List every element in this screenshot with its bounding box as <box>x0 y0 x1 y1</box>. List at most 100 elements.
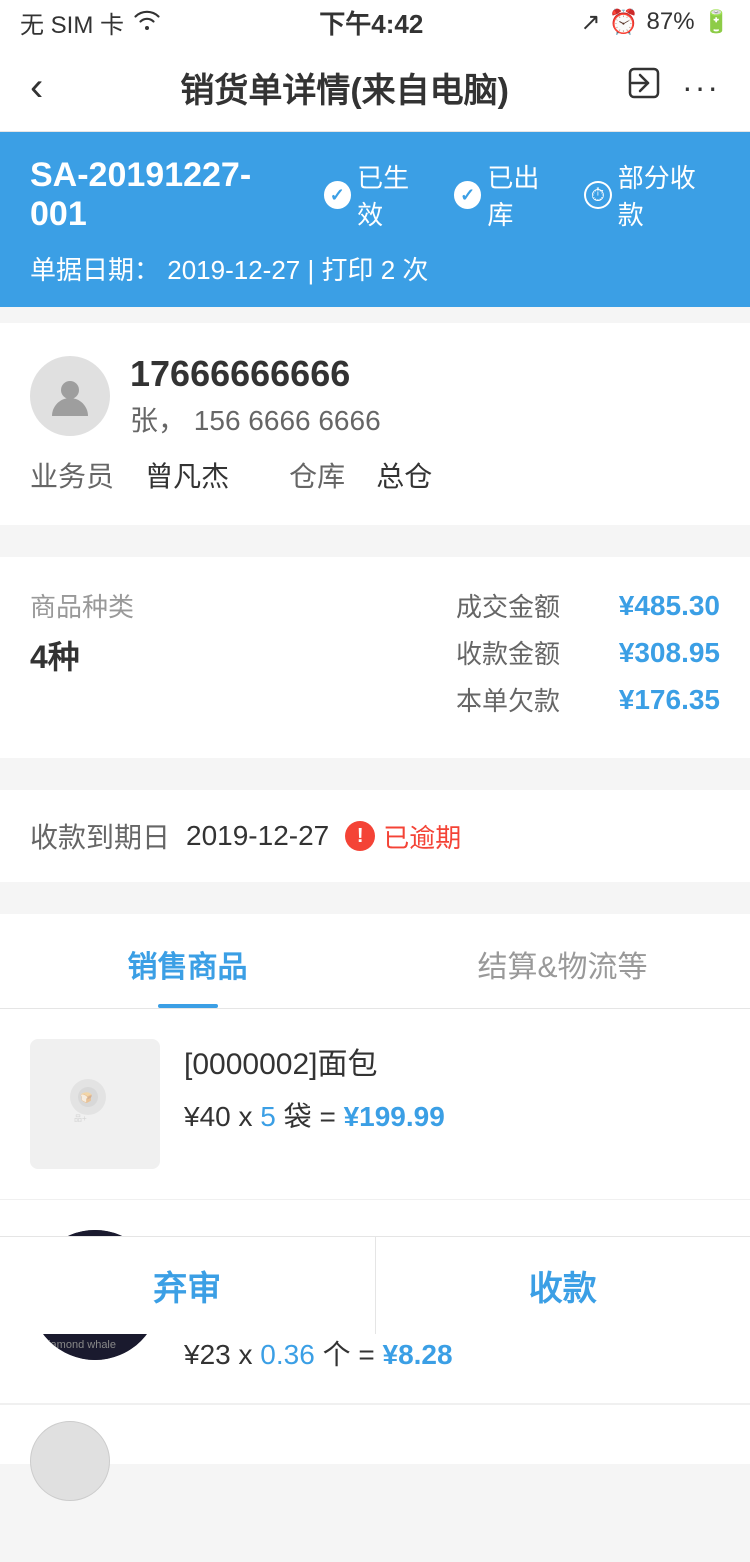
due-date-label: 收款到期日 <box>30 816 170 856</box>
summary-right: 成交金额 ¥485.30 收款金额 ¥308.95 本单欠款 ¥176.35 <box>456 587 720 728</box>
status-right: ↗ ⏰ 87% 🔋 <box>581 8 730 37</box>
unit-1: 袋 <box>284 1101 312 1132</box>
product-item-1: 🍞 品+ [0000002]面包 ¥40 x 5 袋 = ¥199.99 <box>0 1009 750 1200</box>
product-img-1: 🍞 品+ <box>30 1039 160 1169</box>
unit-2: 个 <box>323 1339 351 1370</box>
owed-row: 本单欠款 ¥176.35 <box>456 681 720 718</box>
banner-top-row: SA-20191227-001 ✓ 已生效 ✓ 已出库 ⏱ 部分收款 <box>30 156 720 234</box>
customer-name-phone: 张， 156 6666 6666 <box>130 399 381 439</box>
clock-icon: ⏱ <box>584 181 612 209</box>
qty-2: 0.36 <box>260 1339 315 1370</box>
tabs: 销售商品 结算&物流等 <box>0 914 750 1009</box>
tab-products[interactable]: 销售商品 <box>0 914 375 1008</box>
salesperson-item: 业务员 曾凡杰 <box>30 455 229 495</box>
multiply-1: x <box>239 1101 261 1132</box>
wifi-icon <box>132 8 162 37</box>
summary-section: 商品种类 4种 成交金额 ¥485.30 收款金额 ¥308.95 本单欠款 ¥… <box>0 557 750 758</box>
customer-id: 17666666666 <box>130 353 381 395</box>
page-title: 销货单详情(来自电脑) <box>63 63 626 112</box>
received-label: 收款金额 <box>456 634 560 671</box>
product-id-1: [0000002]面包 <box>184 1048 377 1081</box>
more-items-hint <box>0 1404 750 1464</box>
cancel-label: 弃审 <box>153 1261 221 1310</box>
product-name-1: [0000002]面包 <box>184 1039 720 1083</box>
divider-3 <box>0 774 750 790</box>
due-section: 收款到期日 2019-12-27 ! 已逾期 <box>0 790 750 882</box>
tab-settlement[interactable]: 结算&物流等 <box>375 914 750 1008</box>
badge-shipped: ✓ 已出库 <box>454 158 564 232</box>
deal-row: 成交金额 ¥485.30 <box>456 587 720 624</box>
qty-1: 5 <box>260 1101 276 1132</box>
deal-value: ¥485.30 <box>580 590 720 622</box>
divider-2 <box>0 541 750 557</box>
status-left: 无 SIM 卡 <box>20 5 162 40</box>
owed-value: ¥176.35 <box>580 684 720 716</box>
nav-bar: ‹ 销货单详情(来自电脑) ··· <box>0 44 750 132</box>
bottom-spacer <box>0 1464 750 1562</box>
svg-text:品+: 品+ <box>74 1114 87 1123</box>
owed-label: 本单欠款 <box>456 681 560 718</box>
badge-partial-label: 部分收款 <box>618 158 720 232</box>
avatar <box>30 356 110 436</box>
bottom-bar: 弃审 收款 <box>0 1236 750 1334</box>
due-date-value: 2019-12-27 <box>186 820 329 852</box>
received-row: 收款金额 ¥308.95 <box>456 634 720 671</box>
check-icon-2: ✓ <box>454 181 482 209</box>
product-price-1: ¥40 x 5 袋 = ¥199.99 <box>184 1095 720 1135</box>
customer-phone-num: 156 6666 6666 <box>194 405 381 436</box>
status-bar: 无 SIM 卡 下午4:42 ↗ ⏰ 87% 🔋 <box>0 0 750 44</box>
divider-1 <box>0 307 750 323</box>
product-price-2: ¥23 x 0.36 个 = ¥8.28 <box>184 1333 720 1373</box>
confirm-label: 收款 <box>529 1261 597 1310</box>
total-2: ¥8.28 <box>383 1339 453 1370</box>
nav-right-icons: ··· <box>626 65 720 110</box>
badge-shipped-label: 已出库 <box>487 158 564 232</box>
salesperson-label: 业务员 <box>30 461 114 492</box>
price-unit-2: ¥23 <box>184 1339 231 1370</box>
svg-text:🍞: 🍞 <box>80 1091 92 1104</box>
print-info: 打印 2 次 <box>321 255 428 285</box>
price-unit-1: ¥40 <box>184 1101 231 1132</box>
overdue-label: 已逾期 <box>383 818 461 855</box>
total-1: ¥199.99 <box>344 1101 445 1132</box>
badge-effective: ✓ 已生效 <box>324 158 434 232</box>
badge-effective-label: 已生效 <box>357 158 434 232</box>
customer-row: 17666666666 张， 156 6666 6666 <box>30 353 720 439</box>
customer-name: 张， <box>130 405 186 436</box>
separator: | <box>307 255 321 285</box>
warehouse-value: 总仓 <box>376 461 432 492</box>
date-label: 单据日期： <box>30 255 160 285</box>
warehouse-item: 仓库 总仓 <box>289 455 432 495</box>
cancel-button[interactable]: 弃审 <box>0 1237 376 1334</box>
summary-left: 商品种类 4种 <box>30 587 134 678</box>
alarm-icon: ⏰ <box>609 8 639 37</box>
customer-info: 17666666666 张， 156 6666 6666 <box>130 353 381 439</box>
banner-sub-info: 单据日期： 2019-12-27 | 打印 2 次 <box>30 250 720 287</box>
check-icon-1: ✓ <box>324 181 352 209</box>
equals-1: = <box>319 1101 343 1132</box>
status-time: 下午4:42 <box>319 4 423 41</box>
warehouse-label: 仓库 <box>289 461 345 492</box>
order-id: SA-20191227-001 <box>30 156 304 234</box>
confirm-button[interactable]: 收款 <box>376 1237 750 1334</box>
battery-icon: 🔋 <box>703 9 730 35</box>
types-label: 商品种类 <box>30 587 134 624</box>
no-sim-label: 无 SIM 卡 <box>20 5 124 40</box>
location-icon: ↗ <box>581 8 601 37</box>
deal-label: 成交金额 <box>456 587 560 624</box>
customer-meta: 业务员 曾凡杰 仓库 总仓 <box>30 455 720 495</box>
back-button[interactable]: ‹ <box>30 65 63 110</box>
overdue-badge: ! 已逾期 <box>345 818 461 855</box>
battery-label: 87% <box>647 8 695 36</box>
badge-partial: ⏱ 部分收款 <box>584 158 720 232</box>
divider-4 <box>0 898 750 914</box>
more-icon[interactable]: ··· <box>682 69 720 106</box>
customer-section: 17666666666 张， 156 6666 6666 业务员 曾凡杰 仓库 … <box>0 323 750 525</box>
tabs-section: 销售商品 结算&物流等 <box>0 914 750 1009</box>
tab-settlement-label: 结算&物流等 <box>477 951 647 984</box>
share-icon[interactable] <box>626 65 662 110</box>
overdue-icon: ! <box>345 821 375 851</box>
header-banner: SA-20191227-001 ✓ 已生效 ✓ 已出库 ⏱ 部分收款 单据日期：… <box>0 132 750 307</box>
received-value: ¥308.95 <box>580 637 720 669</box>
order-date: 2019-12-27 <box>167 255 300 285</box>
